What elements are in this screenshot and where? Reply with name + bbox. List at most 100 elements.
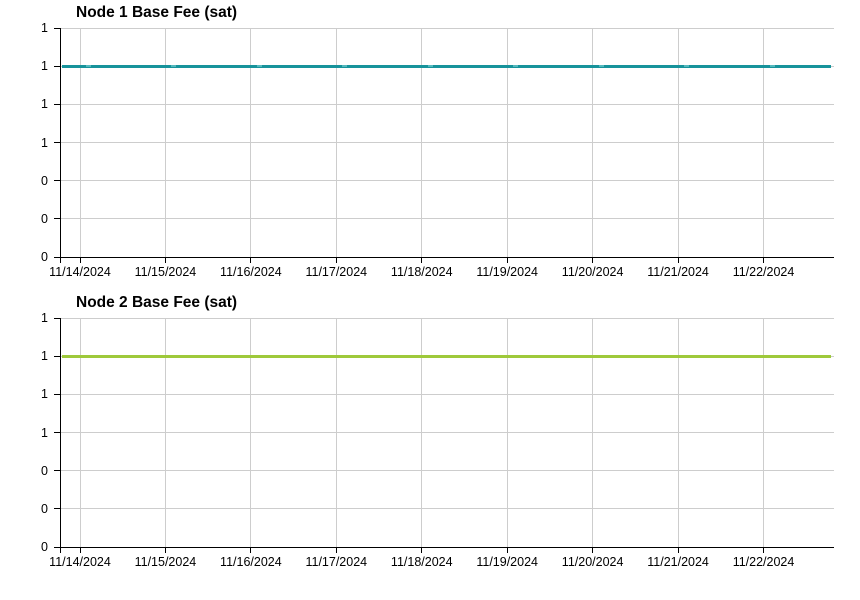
- x-tick-label: 11/15/2024: [134, 555, 197, 569]
- series-marker: [427, 65, 433, 68]
- plot-area: [60, 27, 834, 258]
- y-tick-mark: [54, 470, 60, 472]
- y-tick-label: 1: [41, 425, 48, 440]
- gridline-vertical: [506, 318, 508, 547]
- x-tick-mark: [677, 258, 679, 263]
- chart-node2-base-fee: Node 2 Base Fee (sat) 1 1 1 1 0 0 0 11/14/2024 1…: [0, 290, 860, 580]
- gridline-horizontal: [61, 142, 834, 143]
- gridline-horizontal: [61, 180, 834, 182]
- x-tick-mark: [335, 548, 337, 553]
- gridline-vertical: [250, 28, 252, 257]
- gridline-horizontal: [61, 393, 834, 395]
- chart-title-node1: Node 1 Base Fee (sat): [76, 4, 238, 21]
- x-tick-label: 11/21/2024: [647, 265, 709, 279]
- series-marker: [598, 65, 604, 68]
- y-tick-label: 1: [41, 311, 48, 325]
- gridline-horizontal: [61, 470, 834, 472]
- x-tick-mark: [250, 548, 252, 553]
- y-tick-mark: [54, 103, 60, 105]
- y-tick-label: 0: [41, 501, 48, 516]
- series-marker: [769, 65, 775, 68]
- series-line: [62, 64, 831, 68]
- x-tick-mark: [592, 258, 594, 263]
- x-tick-mark: [164, 258, 166, 263]
- x-tick-mark: [421, 258, 423, 263]
- x-tick-label: 11/16/2024: [220, 265, 282, 279]
- x-tick-label: 11/20/2024: [561, 265, 624, 279]
- x-axis-origin-tick: [59, 548, 61, 553]
- gridline-vertical: [164, 318, 166, 547]
- y-tick-label: 1: [41, 387, 48, 402]
- y-tick-label: 1: [41, 135, 48, 150]
- chart-node1-base-fee: Node 1 Base Fee (sat) 1 1 1 1 0 0 0 11/14/2024 1…: [0, 0, 860, 290]
- x-tick-label: 11/20/2024: [561, 555, 624, 569]
- x-tick-label: 11/15/2024: [134, 265, 197, 279]
- y-tick-mark: [54, 355, 60, 357]
- gridline-horizontal: [61, 27, 834, 29]
- x-tick-label: 11/17/2024: [305, 265, 368, 279]
- gridline-vertical: [421, 318, 423, 547]
- y-tick-mark: [54, 218, 60, 220]
- gridline-vertical: [763, 28, 765, 257]
- y-tick-label: 0: [41, 540, 48, 554]
- x-tick-mark: [335, 258, 337, 263]
- gridline-vertical: [677, 28, 679, 257]
- y-tick-mark: [54, 65, 60, 67]
- x-tick-label: 11/19/2024: [476, 265, 538, 279]
- x-axis-origin-tick: [59, 258, 61, 263]
- series-marker: [513, 65, 519, 68]
- series-line: [62, 354, 831, 358]
- gridline-horizontal: [61, 317, 834, 319]
- gridline-vertical: [421, 28, 423, 257]
- x-tick-mark: [79, 548, 81, 553]
- series-marker: [684, 65, 690, 68]
- y-tick-label: 0: [41, 211, 48, 226]
- gridline-vertical: [592, 318, 594, 547]
- x-tick-mark: [421, 548, 423, 553]
- gridline-vertical: [250, 318, 252, 547]
- x-tick-mark: [592, 548, 594, 553]
- gridline-horizontal: [61, 432, 834, 433]
- x-tick-mark: [506, 258, 508, 263]
- x-tick-mark: [677, 548, 679, 553]
- y-tick-label: 0: [41, 250, 48, 264]
- x-tick-label: 11/14/2024: [49, 265, 111, 279]
- series-marker: [342, 65, 348, 68]
- gridline-vertical: [164, 28, 166, 257]
- chart-title-node2: Node 2 Base Fee (sat): [76, 294, 238, 311]
- x-tick-label: 11/17/2024: [305, 555, 368, 569]
- gridline-vertical: [677, 318, 679, 547]
- x-tick-mark: [250, 258, 252, 263]
- x-tick-label: 11/22/2024: [732, 265, 795, 279]
- y-tick-label: 1: [41, 59, 48, 74]
- x-tick-label: 11/16/2024: [220, 555, 282, 569]
- y-tick-mark: [54, 180, 60, 182]
- y-tick-mark: [54, 27, 60, 29]
- gridline-vertical: [763, 318, 765, 547]
- y-tick-label: 1: [41, 21, 48, 35]
- gridline-vertical: [592, 28, 594, 257]
- x-tick-mark: [79, 258, 81, 263]
- base-fee-dashboard: Node 1 Base Fee (sat) 1 1 1 1 0 0 0 11/14/2024 1…: [0, 0, 860, 600]
- x-tick-label: 11/18/2024: [390, 265, 453, 279]
- y-tick-mark: [54, 142, 60, 143]
- gridline-vertical: [506, 28, 508, 257]
- series-marker: [171, 65, 177, 68]
- y-tick-mark: [54, 432, 60, 433]
- series-marker: [256, 65, 262, 68]
- x-tick-mark: [763, 548, 765, 553]
- x-tick-label: 11/22/2024: [732, 555, 795, 569]
- y-tick-mark: [54, 317, 60, 319]
- y-tick-mark: [54, 508, 60, 510]
- y-tick-mark: [54, 393, 60, 395]
- x-tick-mark: [506, 548, 508, 553]
- x-tick-label: 11/14/2024: [49, 555, 111, 569]
- y-tick-label: 1: [41, 349, 48, 364]
- gridline-horizontal: [61, 103, 834, 105]
- gridline-vertical: [79, 28, 81, 257]
- y-tick-label: 1: [41, 97, 48, 112]
- x-tick-mark: [763, 258, 765, 263]
- gridline-vertical: [335, 318, 337, 547]
- gridline-vertical: [335, 28, 337, 257]
- y-tick-label: 0: [41, 173, 48, 188]
